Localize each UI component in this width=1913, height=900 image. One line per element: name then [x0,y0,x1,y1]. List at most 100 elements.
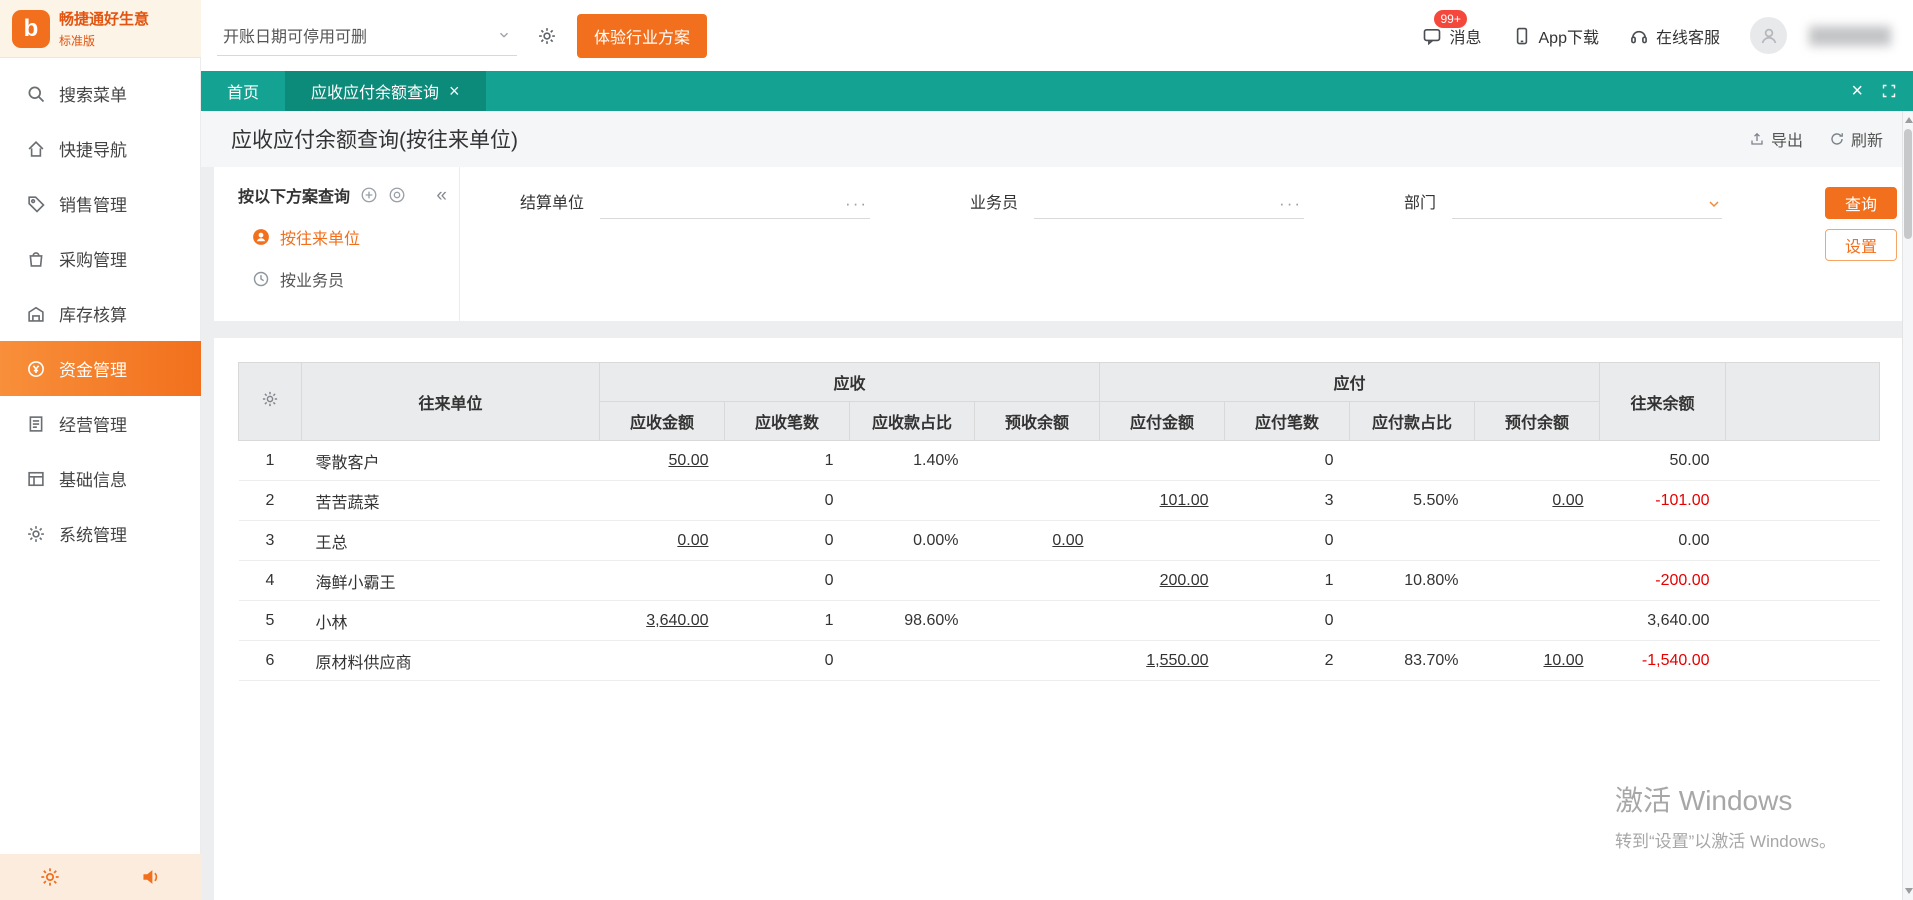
value-cell [1474,600,1600,641]
fullscreen-icon[interactable] [1881,83,1897,99]
person-circle-icon [252,228,270,246]
value-cell: 0.00 [974,520,1100,561]
amount-link[interactable]: 50.00 [668,452,708,469]
online-service-button[interactable]: 在线客服 [1629,24,1720,48]
filter-field-2: 业务员 ··· [970,189,1305,219]
amount-link[interactable]: 10.00 [1543,652,1583,669]
scheme-item-label: 按业务员 [280,273,345,290]
unit-cell: 海鲜小霸王 [301,560,600,601]
funds-icon [26,359,46,379]
chevron-down-icon[interactable] [1706,196,1722,212]
export-button[interactable]: 导出 [1749,127,1803,151]
filter-field-1: 结算单位 ··· [520,189,871,219]
col-header: 应收款占比 [849,401,975,441]
value-cell: 200.00 [1099,560,1225,601]
sidebar-item-business[interactable]: 经营管理 [0,396,201,451]
amount-link[interactable]: 0.00 [1052,532,1083,549]
close-tabs-icon[interactable]: × [1851,80,1863,103]
scroll-up-arrow[interactable] [1905,117,1913,123]
amount-link[interactable]: 101.00 [1160,492,1209,509]
sidebar-item-purchase[interactable]: 采购管理 [0,231,201,286]
sidebar-footer [0,854,201,900]
user-avatar[interactable] [1750,17,1787,54]
add-scheme-icon[interactable] [360,186,378,204]
phone-icon [1512,26,1532,46]
tab-1[interactable]: 首页 [201,71,285,111]
home-icon [26,139,46,159]
amount-link[interactable]: 0.00 [677,532,708,549]
col-header-filler [1725,362,1881,441]
sidebar-item-label: 快捷导航 [59,141,127,160]
col-header: 应收金额 [599,401,725,441]
value-cell: 83.70% [1349,640,1475,681]
filter-field-3: 部门 [1404,189,1723,219]
sound-icon[interactable] [140,866,162,888]
vertical-scrollbar[interactable] [1902,111,1913,900]
settings-button[interactable]: 设置 [1825,229,1897,261]
watermark-line2: 转到“设置”以激活 Windows。 [1614,832,1836,851]
value-cell [1474,440,1600,481]
sidebar-item-label: 搜索菜单 [59,86,127,105]
ellipsis-picker-icon[interactable]: ··· [1279,194,1304,214]
value-cell: 98.60% [849,600,975,641]
tab-close-icon[interactable]: × [449,82,460,100]
period-selector[interactable]: 开账日期可停用可删 [217,15,517,56]
value-cell [599,560,725,601]
value-cell: 10.80% [1349,560,1475,601]
topbar-gear-icon[interactable] [537,26,557,46]
sidebar-item-system[interactable]: 系统管理 [0,506,201,561]
table-settings-gear-icon[interactable] [261,390,279,408]
row-index-cell: 5 [238,600,302,641]
sidebar-item-funds[interactable]: 资金管理 [0,341,201,396]
target-icon[interactable] [388,186,406,204]
collapse-panel-icon[interactable]: « [436,186,449,205]
sidebar-item-home[interactable]: 快捷导航 [0,121,201,176]
value-cell: 3,640.00 [599,600,725,641]
field-input[interactable]: ··· [600,189,871,219]
table-row[interactable]: 6 原材料供应商 0 1,550.00 2 83.70% 10.00 -1,540.00 [238,640,1880,681]
amount-link[interactable]: 1,550.00 [1146,652,1208,669]
amount-link[interactable]: 0.00 [1552,492,1583,509]
unit-cell: 零散客户 [301,440,600,481]
value-cell [1349,600,1475,641]
value-cell [599,480,725,521]
trial-plan-button[interactable]: 体验行业方案 [577,13,708,58]
export-icon [1749,131,1765,147]
value-cell [1099,520,1225,561]
export-label: 导出 [1770,133,1803,150]
query-button[interactable]: 查询 [1825,187,1897,219]
value-cell [599,640,725,681]
table-row[interactable]: 2 苦苦蔬菜 0 101.00 3 5.50% 0.00 -101.00 [238,480,1880,521]
field-input[interactable] [1452,189,1723,219]
info-icon [26,469,46,489]
table-row[interactable]: 5 小林 3,640.00 1 98.60% 0 3,640.00 [238,600,1880,641]
ellipsis-picker-icon[interactable]: ··· [845,194,870,214]
unit-cell: 苦苦蔬菜 [301,480,600,521]
messages-button[interactable]: 消息 99+ [1422,9,1482,48]
app-download-button[interactable]: App下载 [1512,24,1599,48]
sidebar-item-sales[interactable]: 销售管理 [0,176,201,231]
scheme-box: 按以下方案查询 « 按往来单位 按业务员 [214,167,460,321]
clock-icon [252,270,270,288]
table-row[interactable]: 4 海鲜小霸王 0 200.00 1 10.80% -200.00 [238,560,1880,601]
sidebar-item-search[interactable]: 搜索菜单 [0,66,201,121]
settings-gear-icon[interactable] [39,866,61,888]
sidebar-item-info[interactable]: 基础信息 [0,451,201,506]
scheme-item-1[interactable]: 按往来单位 [238,225,449,249]
watermark-line1: 激活 Windows [1614,785,1793,816]
refresh-button[interactable]: 刷新 [1829,127,1883,151]
table-row[interactable]: 3 王总 0.00 0 0.00% 0.00 0 0.00 [238,520,1880,561]
scheme-item-2[interactable]: 按业务员 [238,267,449,291]
windows-watermark: 激活 Windows 转到“设置”以激活 Windows。 [1615,779,1836,852]
value-cell: 3 [1224,480,1350,521]
scrollbar-thumb[interactable] [1904,129,1912,239]
brand-logo-icon: b [12,9,50,48]
table-row[interactable]: 1 零散客户 50.00 1 1.40% 0 50.00 [238,440,1880,481]
field-input[interactable]: ··· [1034,189,1305,219]
amount-link[interactable]: 3,640.00 [646,612,708,629]
scroll-down-arrow[interactable] [1905,888,1913,894]
tab-2[interactable]: 应收应付余额查询 × [285,71,486,111]
amount-link[interactable]: 200.00 [1160,572,1209,589]
period-selector-value: 开账日期可停用可删 [223,29,368,46]
sidebar-item-inventory[interactable]: 库存核算 [0,286,201,341]
